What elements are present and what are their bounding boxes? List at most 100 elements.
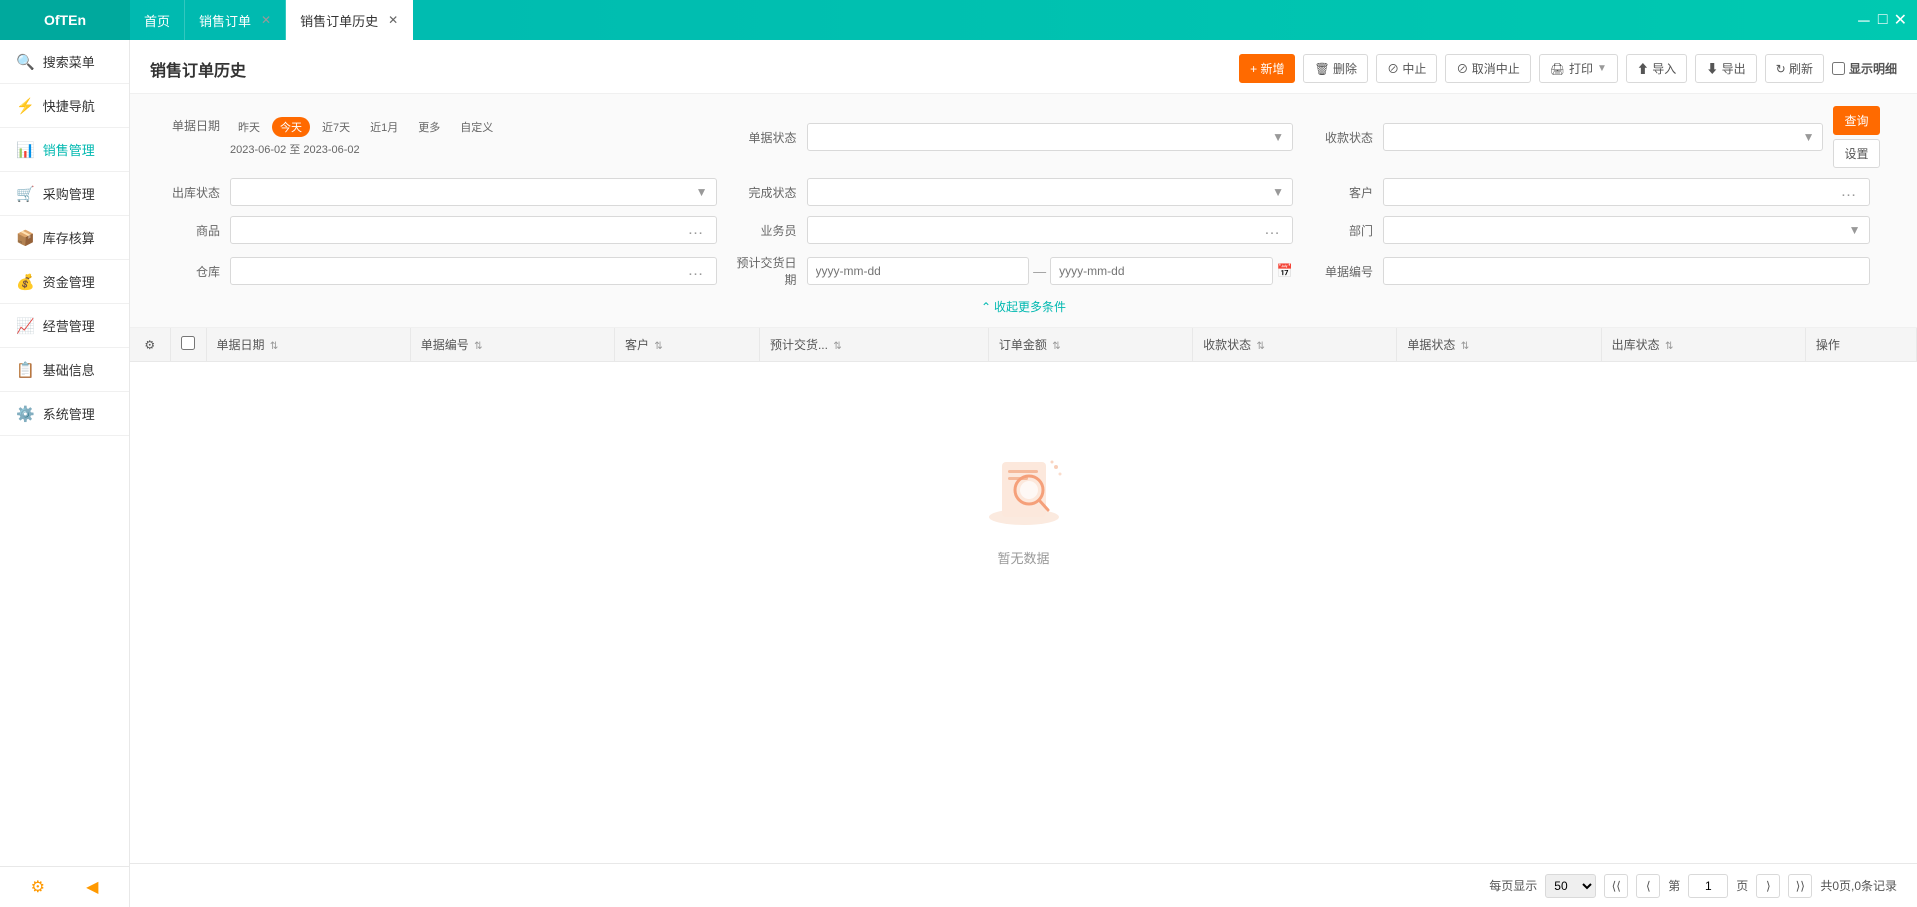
department-select[interactable]: ▼ [1383, 216, 1870, 244]
sort-customer-icon: ⇅ [654, 341, 662, 352]
sort-payment-status-icon: ⇅ [1256, 341, 1264, 352]
th-bill-number[interactable]: 单据编号 ⇅ [410, 328, 614, 362]
outbound-status-label: 出库状态 [150, 184, 230, 201]
quick-nav-icon: ⚡ [16, 97, 35, 115]
export-button[interactable]: ⬇ 导出 [1695, 54, 1756, 83]
sort-bill-number-icon: ⇅ [474, 341, 482, 352]
sidebar-item-basic-info[interactable]: 📋 基础信息 [0, 348, 129, 392]
collapse-button[interactable]: ⌃ 收起更多条件 [981, 298, 1066, 315]
bill-status-label: 单据状态 [727, 129, 807, 146]
next-page-button[interactable]: ⟩ [1756, 874, 1780, 898]
delivery-date-to[interactable] [1050, 257, 1273, 285]
bill-status-select[interactable]: ▼ [807, 123, 1294, 151]
maximize-icon[interactable]: □ [1878, 11, 1888, 29]
close-sales-history-tab[interactable]: ✕ [388, 13, 398, 27]
date-tag-last1m[interactable]: 近1月 [362, 117, 406, 137]
customer-dots[interactable]: … [1837, 183, 1861, 201]
tab-sales-order-history[interactable]: 销售订单历史 ✕ [286, 0, 413, 40]
sidebar-item-inventory[interactable]: 📦 库存核算 [0, 216, 129, 260]
sidebar-item-operations[interactable]: 📈 经营管理 [0, 304, 129, 348]
page-size-label: 每页显示 [1489, 877, 1537, 894]
minimize-icon[interactable]: － [1856, 8, 1872, 32]
delivery-date-from[interactable] [807, 257, 1030, 285]
tab-home[interactable]: 首页 [130, 0, 185, 40]
complete-status-select[interactable]: ▼ [807, 178, 1294, 206]
department-arrow: ▼ [1849, 223, 1861, 237]
sidebar-item-quick-nav[interactable]: ⚡ 快捷导航 [0, 84, 129, 128]
th-bill-status[interactable]: 单据状态 ⇅ [1397, 328, 1601, 362]
date-tag-custom[interactable]: 自定义 [452, 117, 501, 137]
display-detail-checkbox[interactable] [1832, 62, 1845, 75]
top-bar: OfTEn 首页 销售订单 ✕ 销售订单历史 ✕ － □ ✕ [0, 0, 1917, 40]
close-icon[interactable]: ✕ [1894, 10, 1907, 30]
product-dots[interactable]: … [684, 221, 708, 239]
bill-status-arrow: ▼ [1272, 130, 1284, 144]
empty-illustration [974, 442, 1074, 532]
th-checkbox [170, 328, 206, 362]
print-button[interactable]: 🖨 🖨 打印 打印 ▼ [1539, 54, 1618, 83]
delete-button[interactable]: 🗑 删除 [1303, 54, 1368, 83]
sidebar-item-system[interactable]: ⚙️ 系统管理 [0, 392, 129, 436]
sidebar-item-search-menu[interactable]: 🔍 搜索菜单 [0, 40, 129, 84]
th-settings[interactable]: ⚙ [130, 328, 170, 362]
basic-info-icon: 📋 [16, 361, 35, 379]
main-content: 销售订单历史 + 新增 🗑 删除 ⊘ 中止 ⊘ 取消中止 🖨 🖨 打印 打印 ▼… [130, 40, 1917, 907]
sidebar-collapse-icon[interactable]: ◀ [86, 877, 98, 897]
close-sales-order-tab[interactable]: ✕ [261, 13, 271, 27]
refresh-button[interactable]: ↻ 刷新 [1765, 54, 1824, 83]
salesperson-input[interactable]: … [807, 216, 1294, 244]
last-page-button[interactable]: ⟩⟩ [1788, 874, 1812, 898]
display-detail-checkbox-label[interactable]: 显示明细 [1832, 60, 1897, 77]
page-header: 销售订单历史 + 新增 🗑 删除 ⊘ 中止 ⊘ 取消中止 🖨 🖨 打印 打印 ▼… [130, 40, 1917, 94]
page-number-input[interactable] [1688, 874, 1728, 898]
date-tag-last7[interactable]: 近7天 [314, 117, 358, 137]
new-button[interactable]: + 新增 [1239, 54, 1295, 83]
settings-filter-button[interactable]: 设置 [1833, 139, 1879, 168]
sidebar-settings-icon[interactable]: ⚙ [31, 877, 45, 897]
select-all-checkbox[interactable] [181, 336, 195, 350]
calendar-from-icon[interactable]: 📅 [1277, 263, 1293, 279]
th-expected-delivery[interactable]: 预计交货... ⇅ [759, 328, 988, 362]
system-icon: ⚙️ [16, 405, 35, 423]
date-separator: — [1033, 264, 1046, 279]
top-bar-controls: － □ ✕ [1856, 8, 1907, 32]
toolbar: + 新增 🗑 删除 ⊘ 中止 ⊘ 取消中止 🖨 🖨 打印 打印 ▼ ⬆ 导入 ⬇… [1239, 54, 1897, 83]
prev-page-button[interactable]: ⟨ [1636, 874, 1660, 898]
th-bill-date[interactable]: 单据日期 ⇅ [206, 328, 410, 362]
warehouse-input[interactable]: … [230, 257, 717, 285]
query-button[interactable]: 查询 [1833, 106, 1879, 135]
filter-row-1: 单据日期 昨天 今天 近7天 近1月 更多 自定义 2023-06-02 至 2… [150, 106, 1897, 168]
sidebar-item-purchase-mgmt[interactable]: 🛒 采购管理 [0, 172, 129, 216]
tab-sales-order[interactable]: 销售订单 ✕ [185, 0, 286, 40]
th-order-amount[interactable]: 订单金额 ⇅ [988, 328, 1192, 362]
salesperson-dots[interactable]: … [1260, 221, 1284, 239]
product-input[interactable]: … [230, 216, 717, 244]
customer-input[interactable]: … [1383, 178, 1870, 206]
sales-mgmt-icon: 📊 [16, 141, 35, 159]
payment-status-select[interactable]: ▼ [1383, 123, 1823, 151]
date-tag-more[interactable]: 更多 [410, 117, 448, 137]
sidebar-item-finance[interactable]: 💰 资金管理 [0, 260, 129, 304]
salesperson-label: 业务员 [727, 222, 807, 239]
sidebar-item-sales-mgmt[interactable]: 📊 销售管理 [0, 128, 129, 172]
date-tag-today[interactable]: 今天 [272, 117, 310, 137]
outbound-status-select[interactable]: ▼ [230, 178, 717, 206]
date-range: 2023-06-02 至 2023-06-02 [230, 141, 727, 157]
warehouse-dots[interactable]: … [684, 262, 708, 280]
total-label: 共0页,0条记录 [1820, 877, 1897, 894]
th-payment-status[interactable]: 收款状态 ⇅ [1193, 328, 1397, 362]
pagination: 每页显示 10 20 50 100 ⟨⟨ ⟨ 第 页 ⟩ ⟩⟩ 共0页,0条记录 [130, 863, 1917, 907]
sort-expected-delivery-icon: ⇅ [833, 341, 841, 352]
first-page-button[interactable]: ⟨⟨ [1604, 874, 1628, 898]
stop-button[interactable]: ⊘ 中止 [1376, 54, 1437, 83]
th-outbound-status[interactable]: 出库状态 ⇅ [1601, 328, 1805, 362]
complete-status-label: 完成状态 [727, 184, 807, 201]
page-title: 销售订单历史 [150, 57, 246, 81]
th-customer[interactable]: 客户 ⇅ [614, 328, 759, 362]
bill-number-input[interactable] [1383, 257, 1870, 285]
sidebar: 🔍 搜索菜单 ⚡ 快捷导航 📊 销售管理 🛒 采购管理 📦 库存核算 💰 资金管… [0, 40, 130, 907]
import-button[interactable]: ⬆ 导入 [1626, 54, 1687, 83]
cancel-stop-button[interactable]: ⊘ 取消中止 [1445, 54, 1530, 83]
page-size-select[interactable]: 10 20 50 100 [1545, 874, 1596, 898]
date-tag-yesterday[interactable]: 昨天 [230, 117, 268, 137]
